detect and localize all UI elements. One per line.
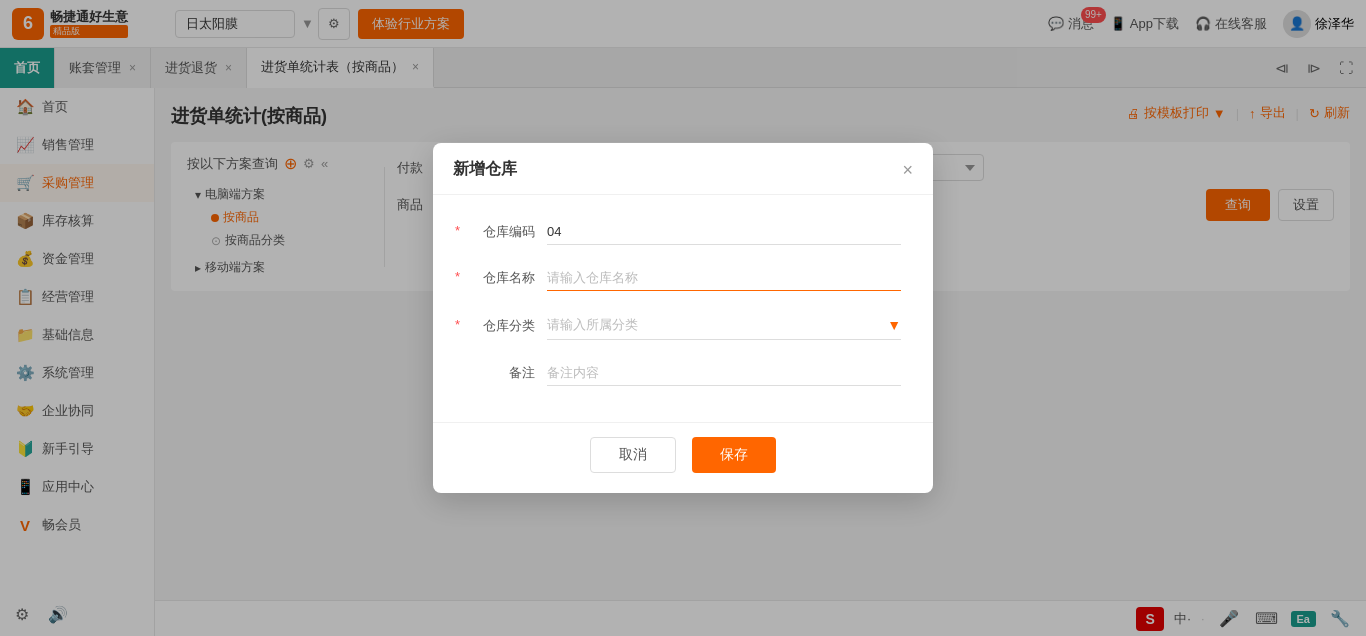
- form-row-name: 仓库名称: [465, 265, 901, 291]
- modal-header: 新增仓库 ×: [433, 143, 933, 195]
- form-row-code: 仓库编码: [465, 219, 901, 245]
- modal-close-button[interactable]: ×: [902, 161, 913, 179]
- form-row-note: 备注: [465, 360, 901, 386]
- modal-overlay[interactable]: 新增仓库 × 仓库编码 仓库名称 仓库分类 请输入所属分类 ▼: [0, 0, 1366, 636]
- code-input[interactable]: [547, 219, 901, 245]
- code-label: 仓库编码: [465, 223, 535, 241]
- save-button[interactable]: 保存: [692, 437, 776, 473]
- name-label: 仓库名称: [465, 269, 535, 287]
- category-dropdown-icon: ▼: [887, 317, 901, 333]
- cancel-button[interactable]: 取消: [590, 437, 676, 473]
- form-row-category: 仓库分类 请输入所属分类 ▼: [465, 311, 901, 340]
- name-input[interactable]: [547, 265, 901, 291]
- note-input[interactable]: [547, 360, 901, 386]
- new-warehouse-modal: 新增仓库 × 仓库编码 仓库名称 仓库分类 请输入所属分类 ▼: [433, 143, 933, 493]
- category-label: 仓库分类: [465, 317, 535, 335]
- note-label: 备注: [465, 364, 535, 382]
- modal-title: 新增仓库: [453, 159, 517, 180]
- modal-footer: 取消 保存: [433, 422, 933, 493]
- category-select-row[interactable]: 请输入所属分类 ▼: [547, 311, 901, 340]
- modal-body: 仓库编码 仓库名称 仓库分类 请输入所属分类 ▼ 备注: [433, 195, 933, 422]
- category-placeholder: 请输入所属分类: [547, 316, 638, 334]
